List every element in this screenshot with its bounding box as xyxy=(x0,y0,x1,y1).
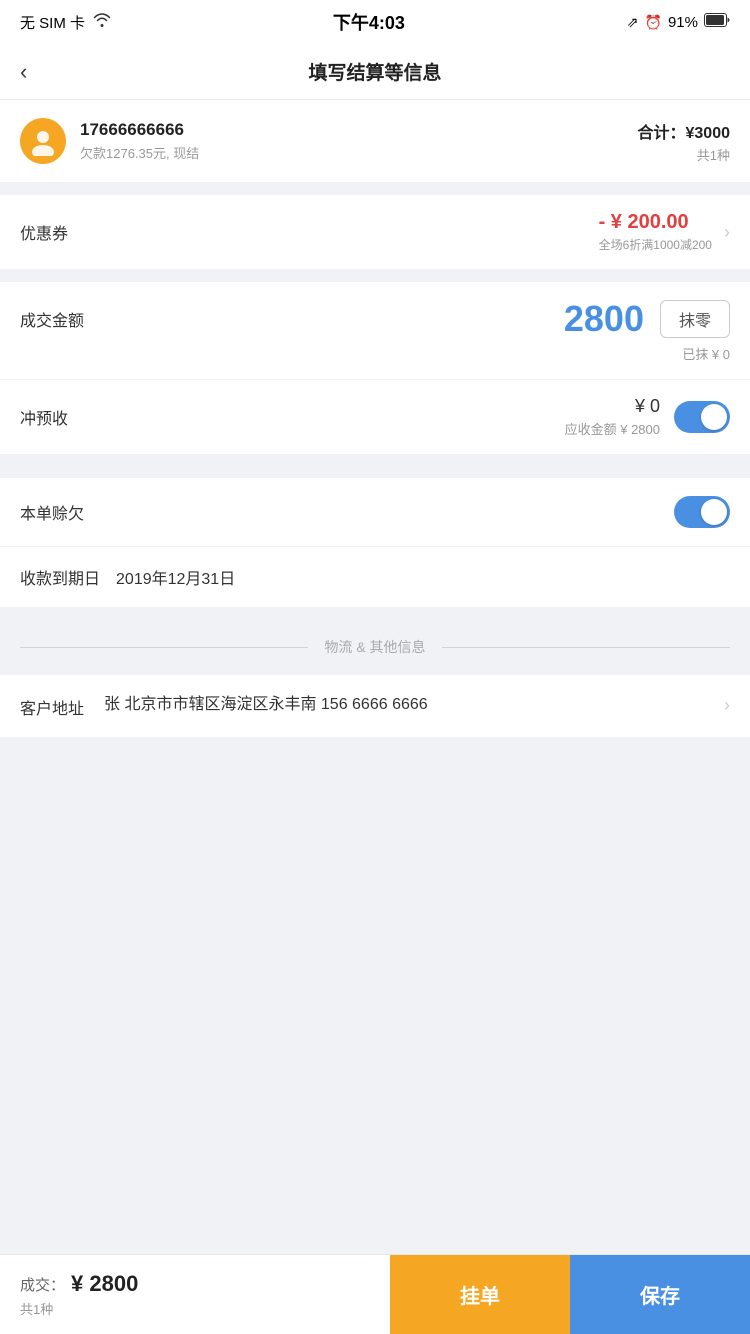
erase-button[interactable]: 抹零 xyxy=(660,300,730,338)
discount-label: 优惠券 xyxy=(20,220,68,244)
customer-sub-text: 欠款1276.35元, 现结 xyxy=(80,143,199,162)
address-label: 客户地址 xyxy=(20,693,92,719)
prepay-right: ¥ 0 应收金额 ¥ 2800 xyxy=(565,396,730,438)
empty-area xyxy=(0,737,750,897)
discount-right: - ¥ 200.00 全场6折满1000减200 › xyxy=(599,211,730,253)
prepay-toggle[interactable] xyxy=(674,401,730,433)
bottom-bar: 成交： ¥ 2800 共1种 挂单 保存 xyxy=(0,1254,750,1334)
status-time: 下午4:03 xyxy=(333,9,405,35)
alarm-icon: ⏰ xyxy=(645,14,662,31)
logistics-divider: 物流 & 其他信息 xyxy=(0,619,750,675)
location-icon: ⇗ xyxy=(627,14,639,31)
address-chevron-icon: › xyxy=(724,695,730,716)
prepay-sub-text: 应收金额 ¥ 2800 xyxy=(565,419,660,438)
deal-label: 成交金额 xyxy=(20,307,84,331)
deal-right: 2800 抹零 xyxy=(564,298,730,340)
prepay-amount: ¥ 0 xyxy=(565,396,660,417)
status-left: 无 SIM 卡 xyxy=(20,12,111,33)
wifi-icon xyxy=(93,13,111,31)
logistics-divider-text: 物流 & 其他信息 xyxy=(324,637,425,657)
address-value: 张 北京市市辖区海淀区永丰南 156 6666 6666 xyxy=(104,693,712,717)
discount-sub: 全场6折满1000减200 xyxy=(599,236,712,253)
customer-info: 17666666666 欠款1276.35元, 现结 xyxy=(80,120,199,162)
section-separator-1 xyxy=(0,270,750,282)
bottom-deal-amount: ¥ 2800 xyxy=(71,1271,138,1297)
battery-text: 91% xyxy=(668,14,698,31)
bottom-deal-info: 成交： ¥ 2800 共1种 xyxy=(0,1271,390,1318)
battery-icon xyxy=(704,13,730,31)
chevron-right-icon: › xyxy=(724,222,730,243)
total-amount: 合计：¥3000 xyxy=(638,119,731,143)
debit-toggle[interactable] xyxy=(674,496,730,528)
status-bar: 无 SIM 卡 下午4:03 ⇗ ⏰ 91% xyxy=(0,0,750,44)
total-count: 共1种 xyxy=(638,145,731,164)
status-right: ⇗ ⏰ 91% xyxy=(627,13,730,31)
nav-bar: ‹ 填写结算等信息 xyxy=(0,44,750,100)
discount-row[interactable]: 优惠券 - ¥ 200.00 全场6折满1000减200 › xyxy=(0,194,750,270)
content-area: 17666666666 欠款1276.35元, 现结 合计：¥3000 共1种 … xyxy=(0,100,750,977)
save-button[interactable]: 保存 xyxy=(570,1255,750,1334)
bottom-spacer xyxy=(0,897,750,977)
prepay-value-col: ¥ 0 应收金额 ¥ 2800 xyxy=(565,396,660,438)
discount-amount: - ¥ 200.00 xyxy=(599,211,712,234)
divider-line-left xyxy=(20,647,308,648)
carrier-text: 无 SIM 卡 xyxy=(20,12,85,33)
hold-button[interactable]: 挂单 xyxy=(390,1255,570,1334)
debit-section: 本单赊欠 xyxy=(0,478,750,546)
customer-phone: 17666666666 xyxy=(80,120,199,140)
deal-section: 成交金额 2800 抹零 已抹 ¥ 0 xyxy=(0,282,750,379)
duedate-section: 收款到期日 2019年12月31日 xyxy=(0,546,750,607)
deal-sub-text: 已抹 ¥ 0 xyxy=(20,344,730,363)
page-title: 填写结算等信息 xyxy=(308,58,441,85)
avatar xyxy=(20,118,66,164)
back-button[interactable]: ‹ xyxy=(20,59,27,85)
address-section[interactable]: 客户地址 张 北京市市辖区海淀区永丰南 156 6666 6666 › xyxy=(0,675,750,737)
section-separator-2 xyxy=(0,454,750,466)
customer-total: 合计：¥3000 共1种 xyxy=(638,119,731,164)
prepay-label: 冲预收 xyxy=(20,405,68,429)
bottom-deal-count: 共1种 xyxy=(20,1299,370,1318)
prepay-section: 冲预收 ¥ 0 应收金额 ¥ 2800 xyxy=(0,379,750,454)
duedate-label: 收款到期日 xyxy=(20,565,100,589)
duedate-value: 2019年12月31日 xyxy=(116,565,235,589)
customer-card: 17666666666 欠款1276.35元, 现结 合计：¥3000 共1种 xyxy=(0,100,750,182)
bottom-deal-label: 成交： xyxy=(20,1274,65,1295)
divider-line-right xyxy=(442,647,730,648)
debit-label: 本单赊欠 xyxy=(20,500,84,524)
deal-amount: 2800 xyxy=(564,298,644,340)
